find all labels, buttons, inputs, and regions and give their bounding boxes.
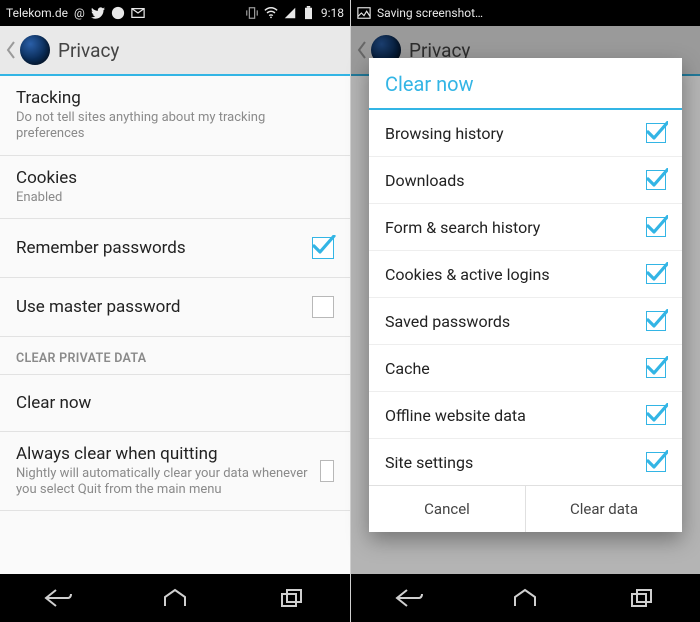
clear-data-button[interactable]: Clear data xyxy=(525,486,682,532)
cookies-label: Cookies xyxy=(16,168,334,188)
wifi-icon xyxy=(264,6,278,20)
master-password-item[interactable]: Use master password xyxy=(0,278,350,337)
dlg-label: Saved passwords xyxy=(385,312,646,331)
dlg-label: Browsing history xyxy=(385,124,646,143)
cookies-item[interactable]: Cookies Enabled xyxy=(0,156,350,219)
action-bar: Privacy xyxy=(0,26,350,76)
nav-bar xyxy=(351,574,700,622)
remember-passwords-item[interactable]: Remember passwords xyxy=(0,219,350,278)
dialog-buttons: Cancel Clear data xyxy=(369,485,682,532)
saving-text: Saving screenshot… xyxy=(377,6,483,20)
dlg-checkbox[interactable] xyxy=(646,405,666,425)
dlg-label: Cache xyxy=(385,359,646,378)
nav-recents-button[interactable] xyxy=(262,583,322,613)
dlg-checkbox[interactable] xyxy=(646,452,666,472)
dlg-item-browsing[interactable]: Browsing history xyxy=(369,110,682,157)
nav-recents-button[interactable] xyxy=(612,583,672,613)
always-clear-sub: Nightly will automatically clear your da… xyxy=(16,466,320,499)
dlg-item-passwords[interactable]: Saved passwords xyxy=(369,298,682,345)
dlg-checkbox[interactable] xyxy=(646,170,666,190)
twitter-icon xyxy=(91,6,105,20)
clear-now-dialog: Clear now Browsing history Downloads For… xyxy=(369,58,682,532)
dlg-checkbox[interactable] xyxy=(646,217,666,237)
master-label: Use master password xyxy=(16,297,312,317)
battery-icon xyxy=(302,6,316,20)
dlg-item-cookies[interactable]: Cookies & active logins xyxy=(369,251,682,298)
nav-back-button[interactable] xyxy=(28,583,88,613)
at-symbol: @ xyxy=(74,6,85,20)
dlg-item-offline[interactable]: Offline website data xyxy=(369,392,682,439)
carrier-text: Telekom.de xyxy=(6,6,68,20)
section-clear-private-data: CLEAR PRIVATE DATA xyxy=(0,337,350,375)
tracking-sub: Do not tell sites anything about my trac… xyxy=(16,110,334,143)
firefox-icon xyxy=(111,6,125,20)
dlg-item-downloads[interactable]: Downloads xyxy=(369,157,682,204)
status-bar: Telekom.de @ 9:18 xyxy=(0,0,350,26)
dlg-checkbox[interactable] xyxy=(646,311,666,331)
dlg-label: Site settings xyxy=(385,453,646,472)
clear-now-item[interactable]: Clear now xyxy=(0,375,350,432)
dlg-checkbox[interactable] xyxy=(646,123,666,143)
master-checkbox[interactable] xyxy=(312,296,334,318)
always-clear-checkbox[interactable] xyxy=(320,460,334,482)
dlg-checkbox[interactable] xyxy=(646,358,666,378)
gmail-icon xyxy=(131,6,145,20)
nav-back-button[interactable] xyxy=(379,583,439,613)
remember-label: Remember passwords xyxy=(16,238,312,258)
chevron-left-icon xyxy=(6,41,16,59)
nav-home-button[interactable] xyxy=(145,583,205,613)
dlg-item-site[interactable]: Site settings xyxy=(369,439,682,485)
dlg-item-form[interactable]: Form & search history xyxy=(369,204,682,251)
back-button[interactable] xyxy=(6,35,50,65)
nav-home-button[interactable] xyxy=(495,583,555,613)
clock-text: 9:18 xyxy=(321,6,344,20)
phone-right: Saving screenshot… Privacy Clear now Bro… xyxy=(350,0,700,622)
status-bar: Saving screenshot… xyxy=(351,0,700,26)
dlg-label: Downloads xyxy=(385,171,646,190)
cookies-sub: Enabled xyxy=(16,190,334,206)
page-title: Privacy xyxy=(58,39,119,62)
always-clear-label: Always clear when quitting xyxy=(16,444,320,464)
dlg-label: Form & search history xyxy=(385,218,646,237)
dlg-label: Offline website data xyxy=(385,406,646,425)
dialog-title: Clear now xyxy=(369,58,682,110)
dlg-checkbox[interactable] xyxy=(646,264,666,284)
always-clear-item[interactable]: Always clear when quitting Nightly will … xyxy=(0,432,350,512)
remember-checkbox[interactable] xyxy=(312,237,334,259)
dlg-item-cache[interactable]: Cache xyxy=(369,345,682,392)
image-icon xyxy=(357,6,371,20)
cancel-button[interactable]: Cancel xyxy=(369,486,525,532)
signal-icon xyxy=(283,6,297,20)
tracking-item[interactable]: Tracking Do not tell sites anything abou… xyxy=(0,76,350,156)
nav-bar xyxy=(0,574,350,622)
settings-list: Tracking Do not tell sites anything abou… xyxy=(0,76,350,574)
tracking-label: Tracking xyxy=(16,88,334,108)
clear-now-label: Clear now xyxy=(16,393,334,413)
app-globe-icon xyxy=(20,35,50,65)
dlg-label: Cookies & active logins xyxy=(385,265,646,284)
phone-left: Telekom.de @ 9:18 Privacy xyxy=(0,0,350,622)
vibrate-icon xyxy=(245,6,259,20)
